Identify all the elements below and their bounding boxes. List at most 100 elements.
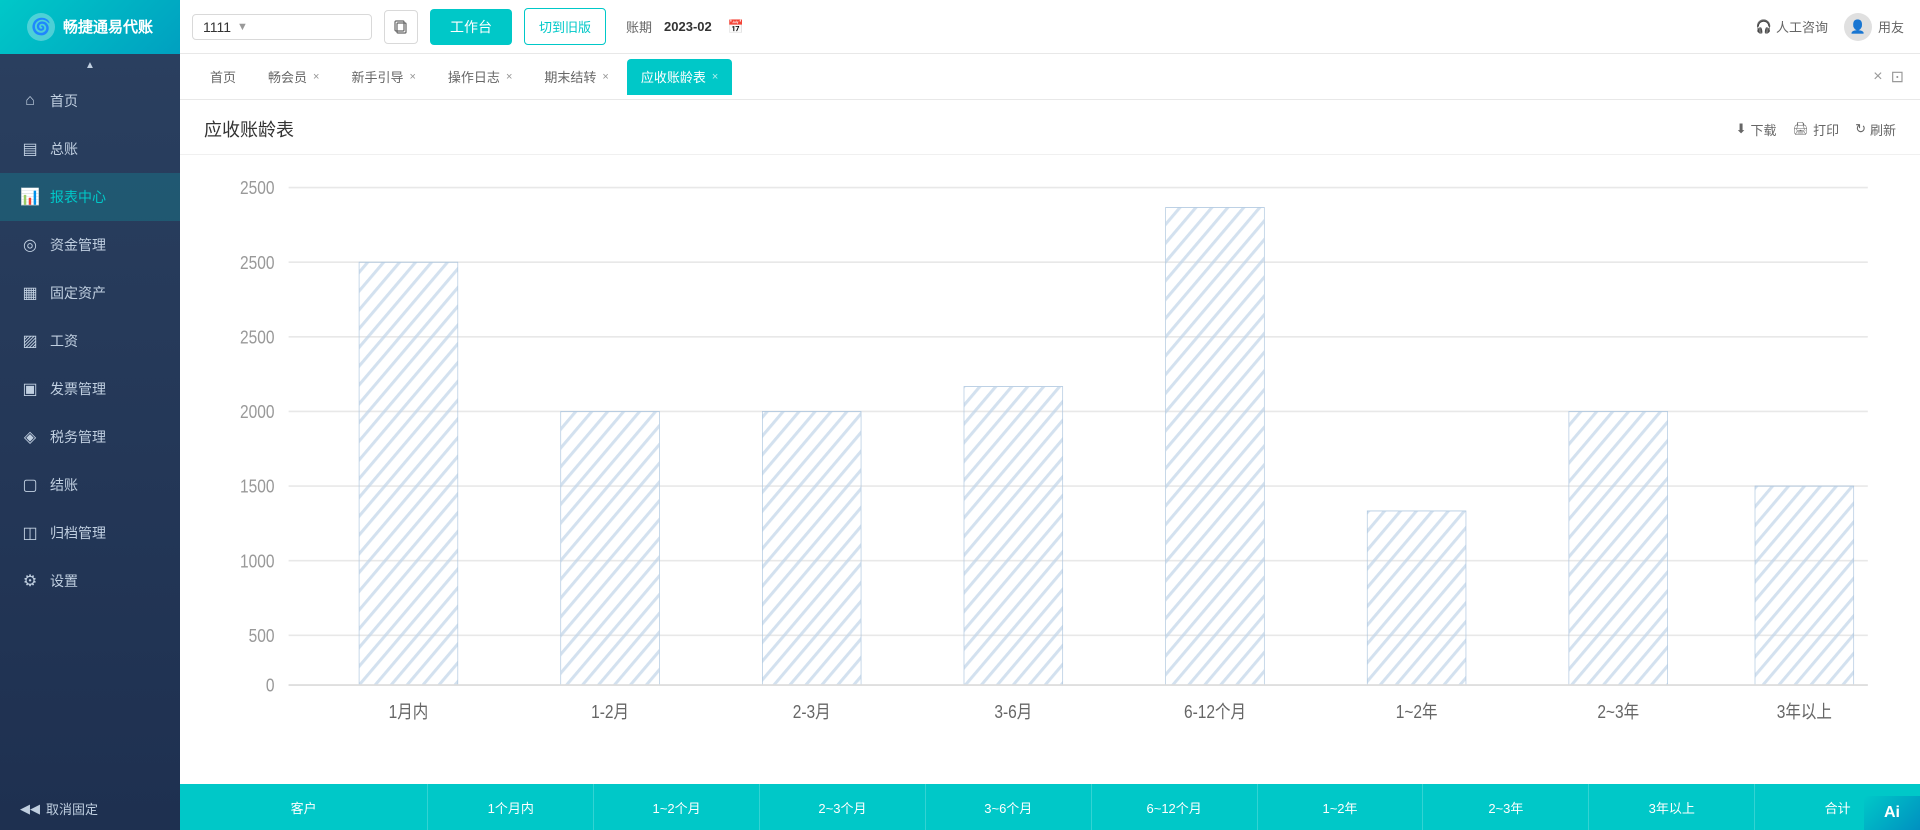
refresh-button[interactable]: ↻ 刷新: [1855, 120, 1896, 139]
tab-oplog-close[interactable]: ×: [506, 71, 512, 83]
assets-icon: ▦: [20, 283, 40, 303]
avatar-icon: 👤: [1850, 19, 1866, 35]
user-button[interactable]: 👤 用友: [1844, 13, 1904, 41]
copy-button[interactable]: [384, 10, 418, 44]
tab-period-end-close[interactable]: ×: [602, 71, 608, 83]
tab-member-label: 畅会员: [268, 67, 307, 86]
sidebar-label-tax: 税务管理: [50, 427, 106, 447]
svg-text:500: 500: [249, 626, 275, 646]
sidebar-item-funds[interactable]: ◎ 资金管理: [0, 221, 180, 269]
download-button[interactable]: ⬇ 下载: [1736, 120, 1777, 139]
sidebar-label-reports: 报表中心: [50, 187, 106, 207]
tab-aging[interactable]: 应收账龄表 ×: [627, 59, 732, 95]
logo-icon: 🌀: [27, 13, 55, 41]
sidebar-item-archive[interactable]: ◫ 归档管理: [0, 509, 180, 557]
sidebar-item-ledger[interactable]: ▤ 总账: [0, 125, 180, 173]
page-title: 应收账龄表: [204, 116, 294, 142]
tax-icon: ◈: [20, 427, 40, 447]
bar-chart: 2500 2500 2500 2000 1500 1000 500 0: [204, 171, 1896, 768]
tab-guide[interactable]: 新手引导 ×: [337, 59, 429, 95]
tab-period-end[interactable]: 期末结转 ×: [530, 59, 622, 95]
avatar: 👤: [1844, 13, 1872, 41]
page-header: 应收账龄表 ⬇ 下载 🖨 打印 ↻ 刷新: [180, 100, 1920, 155]
sidebar-label-invoice: 发票管理: [50, 379, 106, 399]
tab-home-label: 首页: [210, 67, 236, 86]
sidebar-item-home[interactable]: ⌂ 首页: [0, 77, 180, 125]
settings-icon: ⚙: [20, 571, 40, 591]
switch-version-button[interactable]: 切到旧版: [524, 8, 606, 45]
svg-text:2000: 2000: [240, 402, 274, 422]
tab-member-close[interactable]: ×: [313, 71, 319, 83]
unpin-label: 取消固定: [46, 799, 98, 818]
tab-aging-label: 应收账龄表: [641, 67, 706, 86]
sidebar-label-checkout: 结账: [50, 475, 78, 495]
reports-icon: 📊: [20, 187, 40, 207]
maximize-tab-button[interactable]: ⊡: [1891, 67, 1904, 87]
print-label: 打印: [1813, 120, 1839, 139]
ai-badge[interactable]: Ai: [1864, 796, 1920, 830]
tab-member[interactable]: 畅会员 ×: [254, 59, 333, 95]
download-icon: ⬇: [1736, 121, 1747, 137]
tab-guide-label: 新手引导: [351, 67, 403, 86]
tab-aging-close[interactable]: ×: [712, 71, 718, 83]
sidebar-item-assets[interactable]: ▦ 固定资产: [0, 269, 180, 317]
svg-text:1500: 1500: [240, 477, 274, 497]
th-month12: 1~2个月: [594, 784, 760, 830]
main-layout: ▲ ⌂ 首页 ▤ 总账 📊 报表中心 ◎ 资金管理 ▦ 固定资产 ▨ 工资 ▣ …: [0, 54, 1920, 830]
period-label: 账期: [626, 17, 652, 36]
sidebar-item-checkout[interactable]: ▢ 结账: [0, 461, 180, 509]
download-label: 下载: [1751, 120, 1777, 139]
content-area: 首页 畅会员 × 新手引导 × 操作日志 × 期末结转 × 应收账龄表 ×: [180, 54, 1920, 830]
home-icon: ⌂: [20, 92, 40, 110]
svg-text:1月内: 1月内: [389, 702, 429, 722]
svg-text:2-3月: 2-3月: [793, 702, 831, 722]
print-button[interactable]: 🖨 打印: [1793, 120, 1840, 139]
invoice-icon: ▣: [20, 379, 40, 399]
sidebar-item-invoice[interactable]: ▣ 发票管理: [0, 365, 180, 413]
archive-icon: ◫: [20, 523, 40, 543]
unpin-button[interactable]: ◀◀ 取消固定: [0, 787, 180, 830]
sidebar-item-reports[interactable]: 📊 报表中心: [0, 173, 180, 221]
th-month36: 3~6个月: [926, 784, 1092, 830]
svg-text:2500: 2500: [240, 253, 274, 273]
th-year3plus: 3年以上: [1589, 784, 1755, 830]
sidebar-label-funds: 资金管理: [50, 235, 106, 255]
svg-text:0: 0: [266, 676, 275, 696]
tab-guide-close[interactable]: ×: [409, 71, 415, 83]
sidebar-item-tax[interactable]: ◈ 税务管理: [0, 413, 180, 461]
checkout-icon: ▢: [20, 475, 40, 495]
svg-text:1-2月: 1-2月: [591, 702, 629, 722]
sidebar-item-salary[interactable]: ▨ 工资: [0, 317, 180, 365]
th-month23: 2~3个月: [760, 784, 926, 830]
support-button[interactable]: 🎧 人工咨询: [1756, 17, 1828, 36]
tab-home[interactable]: 首页: [196, 59, 250, 95]
logo: 🌀 畅捷通易代账: [0, 0, 180, 54]
headset-icon: 🎧: [1756, 19, 1772, 35]
scroll-up-indicator: ▲: [0, 54, 180, 77]
svg-text:2500: 2500: [240, 327, 274, 347]
support-label: 人工咨询: [1776, 17, 1828, 36]
svg-text:2500: 2500: [240, 178, 274, 198]
sidebar: ▲ ⌂ 首页 ▤ 总账 📊 报表中心 ◎ 资金管理 ▦ 固定资产 ▨ 工资 ▣ …: [0, 54, 180, 830]
sidebar-item-settings[interactable]: ⚙ 设置: [0, 557, 180, 605]
ledger-icon: ▤: [20, 139, 40, 159]
page-actions: ⬇ 下载 🖨 打印 ↻ 刷新: [1736, 120, 1896, 139]
salary-icon: ▨: [20, 331, 40, 351]
svg-text:1~2年: 1~2年: [1396, 702, 1438, 722]
tab-oplog-label: 操作日志: [448, 67, 500, 86]
sidebar-label-archive: 归档管理: [50, 523, 106, 543]
svg-text:6-12个月: 6-12个月: [1184, 702, 1246, 722]
sidebar-label-assets: 固定资产: [50, 283, 106, 303]
company-selector[interactable]: 1111 ▼: [192, 14, 372, 40]
header-right: 🎧 人工咨询 👤 用友: [1756, 13, 1904, 41]
calendar-icon[interactable]: 📅: [728, 19, 744, 35]
sidebar-label-salary: 工资: [50, 331, 78, 351]
tab-oplog[interactable]: 操作日志 ×: [434, 59, 526, 95]
close-tab-button[interactable]: ×: [1873, 68, 1882, 86]
tab-actions: × ⊡: [1873, 67, 1904, 87]
workbench-button[interactable]: 工作台: [430, 9, 512, 45]
tab-period-end-label: 期末结转: [544, 67, 596, 86]
th-month1: 1个月内: [428, 784, 594, 830]
table-header: 客户 1个月内 1~2个月 2~3个月 3~6个月 6~12个月: [180, 784, 1920, 830]
page-content: 应收账龄表 ⬇ 下载 🖨 打印 ↻ 刷新: [180, 100, 1920, 830]
